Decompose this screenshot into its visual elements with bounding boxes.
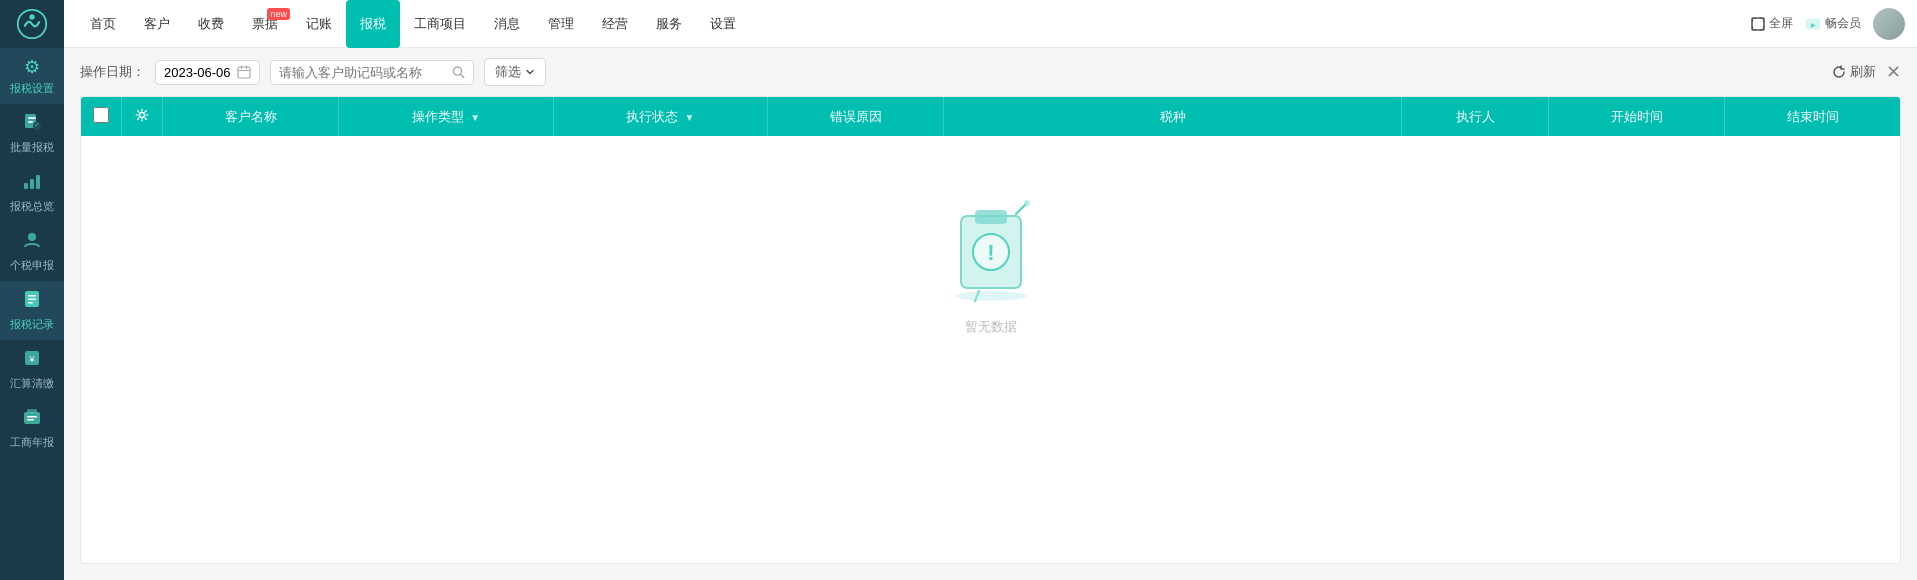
topnav: 首页 客户 收费 票据 new 记账 报税 工商项目 消息 管理 经营: [64, 0, 1917, 48]
svg-rect-12: [28, 295, 36, 297]
svg-point-26: [140, 113, 145, 118]
svg-rect-21: [1752, 18, 1764, 30]
svg-text:✓: ✓: [34, 121, 40, 128]
col-kaishi-shijian: 开始时间: [1548, 97, 1724, 136]
nav-kehu[interactable]: 客户: [130, 0, 184, 48]
nav-jingying[interactable]: 经营: [588, 0, 642, 48]
refresh-icon: [1832, 65, 1846, 79]
annual-report-icon: [22, 407, 42, 432]
svg-text:▶: ▶: [1811, 22, 1816, 28]
col-settings: [122, 97, 163, 136]
col-caozuo-leixing: 操作类型 ▼: [339, 97, 553, 136]
nav-piaoju[interactable]: 票据 new: [238, 0, 292, 48]
select-all-checkbox[interactable]: [93, 107, 109, 123]
sidebar-item-baoshui-shezhi[interactable]: ⚙ 报税设置: [0, 48, 64, 104]
search-box[interactable]: [270, 60, 474, 85]
svg-rect-9: [36, 175, 40, 189]
topnav-right: 全屏 ▶ 畅会员: [1751, 8, 1905, 40]
nav-gongshang-xiangmu[interactable]: 工商项目: [400, 0, 480, 48]
member-button[interactable]: ▶ 畅会员: [1805, 15, 1861, 32]
settings-icon: ⚙: [24, 56, 40, 78]
fullscreen-button[interactable]: 全屏: [1751, 15, 1793, 32]
nav-shezhi[interactable]: 设置: [696, 0, 750, 48]
person-tax-icon: [22, 230, 42, 255]
svg-rect-20: [27, 419, 34, 421]
svg-rect-18: [27, 409, 37, 413]
column-settings-icon[interactable]: [134, 107, 150, 123]
svg-rect-3: [28, 117, 36, 119]
date-picker[interactable]: 2023-06-06: [155, 60, 260, 85]
nav-shoufei[interactable]: 收费: [184, 0, 238, 48]
calendar-icon: [237, 65, 251, 79]
sidebar-item-baoshui-zongjie[interactable]: 报税总览: [0, 163, 64, 222]
search-input[interactable]: [279, 65, 448, 80]
svg-line-34: [1016, 204, 1026, 214]
sidebar-item-gongshang-nianbao[interactable]: 工商年报: [0, 399, 64, 458]
refresh-button[interactable]: 刷新: [1832, 63, 1876, 81]
batch-tax-icon: ✓: [22, 112, 42, 137]
sidebar-item-baoshui-jilu[interactable]: 报税记录: [0, 281, 64, 340]
svg-text:!: !: [987, 240, 994, 265]
nav-baoshui[interactable]: 报税: [346, 0, 400, 48]
overview-icon: [22, 171, 42, 196]
col-checkbox: [81, 97, 122, 136]
svg-rect-17: [24, 412, 40, 424]
empty-illustration: !: [931, 196, 1051, 306]
nav-guanli[interactable]: 管理: [534, 0, 588, 48]
sidebar-item-geshuishenbao[interactable]: 个税申报: [0, 222, 64, 281]
col-jieshu-shijian: 结束时间: [1725, 97, 1900, 136]
col-zhixing-zhuangtai: 执行状态 ▼: [553, 97, 767, 136]
avatar-image: [1873, 8, 1905, 40]
data-table: 客户名称 操作类型 ▼ 执行状态 ▼ 错误原因: [81, 97, 1900, 396]
svg-rect-13: [28, 299, 36, 301]
svg-point-1: [29, 14, 34, 19]
record-icon: [22, 289, 42, 314]
col-kehu-mingcheng: 客户名称: [163, 97, 339, 136]
empty-text: 暂无数据: [965, 318, 1017, 336]
sidebar-item-huisuan-jiaonuo[interactable]: ¥ 汇算清缴: [0, 340, 64, 399]
col-shuizhong: 税种: [944, 97, 1402, 136]
filter-button[interactable]: 筛选: [484, 58, 546, 86]
nav-fuwu[interactable]: 服务: [642, 0, 696, 48]
date-label: 操作日期：: [80, 63, 145, 81]
chevron-down-icon: [525, 67, 535, 77]
search-icon: [452, 65, 465, 79]
sidebar-item-piliang-baoshui[interactable]: ✓ 批量报税: [0, 104, 64, 163]
settlement-icon: ¥: [22, 348, 42, 373]
svg-point-35: [1024, 200, 1030, 206]
toolbar-actions: 刷新 ✕: [1832, 61, 1901, 83]
sidebar-logo: [0, 0, 64, 48]
sort-icon: ▼: [685, 112, 695, 123]
nav-xiaoxi[interactable]: 消息: [480, 0, 534, 48]
col-cuowu-yuanyin: 错误原因: [767, 97, 943, 136]
svg-rect-29: [975, 210, 1007, 224]
nav-jizhang[interactable]: 记账: [292, 0, 346, 48]
svg-rect-8: [30, 179, 34, 189]
page-content: 操作日期： 2023-06-06 筛选: [64, 48, 1917, 580]
svg-rect-24: [238, 67, 250, 78]
main-wrapper: 首页 客户 收费 票据 new 记账 报税 工商项目 消息 管理 经营: [64, 0, 1917, 580]
toolbar: 操作日期： 2023-06-06 筛选: [64, 48, 1917, 96]
svg-rect-14: [28, 302, 33, 304]
sidebar: ⚙ 报税设置 ✓ 批量报税 报税总览: [0, 0, 64, 580]
table-container: 客户名称 操作类型 ▼ 执行状态 ▼ 错误原因: [80, 96, 1901, 564]
svg-rect-19: [27, 416, 37, 418]
nav-shouye[interactable]: 首页: [76, 0, 130, 48]
sort-icon: ▼: [470, 112, 480, 123]
col-zhixingren: 执行人: [1402, 97, 1549, 136]
user-avatar[interactable]: [1873, 8, 1905, 40]
close-button[interactable]: ✕: [1886, 61, 1901, 83]
svg-point-36: [956, 291, 1026, 301]
svg-rect-4: [28, 121, 33, 123]
svg-text:¥: ¥: [28, 354, 35, 364]
svg-rect-7: [24, 183, 28, 189]
svg-point-10: [28, 233, 36, 241]
empty-state: ! 暂无数据: [81, 136, 1900, 396]
new-badge: new: [267, 8, 290, 21]
